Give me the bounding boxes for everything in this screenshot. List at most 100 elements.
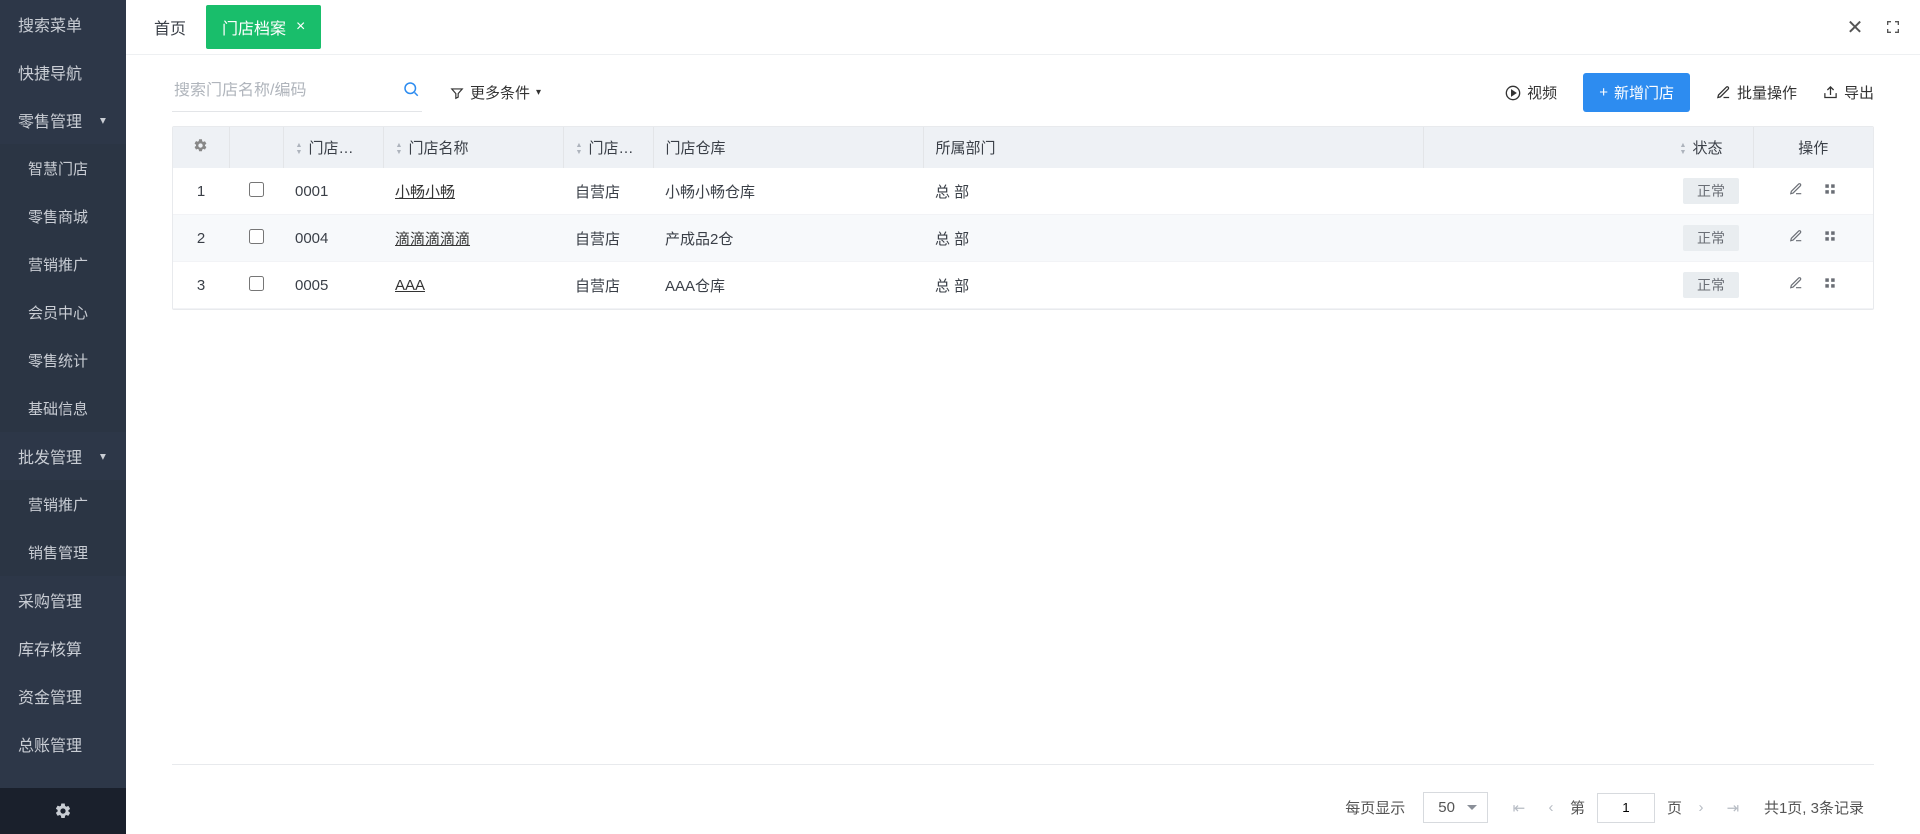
- sidebar-item[interactable]: 零售管理▲: [0, 96, 126, 144]
- cell-dept: 总 部: [923, 262, 1423, 309]
- sidebar-item[interactable]: 智慧门店: [0, 144, 126, 192]
- tab-label: 首页: [154, 15, 186, 39]
- add-store-label: 新增门店: [1614, 82, 1674, 103]
- store-name-link[interactable]: 小畅小畅: [395, 184, 455, 201]
- page-number-input[interactable]: [1597, 793, 1655, 823]
- status-badge: 正常: [1683, 178, 1739, 204]
- fullscreen-icon[interactable]: [1884, 18, 1902, 36]
- video-label: 视频: [1527, 82, 1557, 103]
- col-checkbox-header: [229, 127, 283, 168]
- chevron-down-icon: ▾: [536, 87, 541, 98]
- export-icon: [1823, 85, 1838, 100]
- cell-checkbox: [229, 168, 283, 215]
- cell-warehouse: 小畅小畅仓库: [653, 168, 923, 215]
- col-status[interactable]: ▲▼状态: [1423, 127, 1753, 168]
- sidebar-item[interactable]: 总账管理: [0, 720, 126, 768]
- cell-status: 正常: [1423, 215, 1753, 262]
- page-suffix: 页: [1667, 797, 1682, 818]
- col-type[interactable]: ▲▼门店…: [563, 127, 653, 168]
- sidebar-item[interactable]: 快捷导航: [0, 48, 126, 96]
- sidebar-item[interactable]: 资金管理: [0, 672, 126, 720]
- more-row-button[interactable]: [1823, 182, 1837, 200]
- sidebar-item[interactable]: 零售统计: [0, 336, 126, 384]
- more-row-button[interactable]: [1823, 276, 1837, 294]
- cell-code: 0001: [283, 168, 383, 215]
- edit-row-button[interactable]: [1789, 182, 1803, 200]
- video-button[interactable]: 视频: [1505, 82, 1557, 103]
- more-filter-button[interactable]: 更多条件 ▾: [450, 82, 541, 103]
- sidebar-item[interactable]: 零售商城: [0, 192, 126, 240]
- status-badge: 正常: [1683, 272, 1739, 298]
- cell-status: 正常: [1423, 168, 1753, 215]
- prev-page-button[interactable]: ‹: [1538, 795, 1564, 821]
- last-page-button[interactable]: ⇥: [1720, 795, 1746, 821]
- cell-ops: [1753, 168, 1873, 215]
- export-button[interactable]: 导出: [1823, 82, 1874, 103]
- bulk-label: 批量操作: [1737, 82, 1797, 103]
- edit-row-button[interactable]: [1789, 229, 1803, 247]
- tabs-bar: 首页门店档案× ✕: [126, 0, 1920, 55]
- more-row-button[interactable]: [1823, 229, 1837, 247]
- sidebar-item-label: 营销推广: [28, 494, 88, 515]
- chevron-up-icon: ▲: [98, 451, 108, 462]
- sidebar-item-label: 总账管理: [18, 732, 82, 756]
- sidebar-item[interactable]: 批发管理▲: [0, 432, 126, 480]
- search-icon[interactable]: [402, 80, 420, 103]
- sidebar-item[interactable]: 库存核算: [0, 624, 126, 672]
- next-page-button[interactable]: ›: [1688, 795, 1714, 821]
- sidebar-item[interactable]: 搜索菜单: [0, 0, 126, 48]
- first-page-button[interactable]: ⇤: [1506, 795, 1532, 821]
- search-box: [172, 74, 422, 112]
- sidebar-item-label: 零售统计: [28, 350, 88, 371]
- sidebar-item-label: 零售商城: [28, 206, 88, 227]
- bulk-ops-button[interactable]: 批量操作: [1716, 82, 1797, 103]
- sidebar-item[interactable]: 会员中心: [0, 288, 126, 336]
- play-icon: [1505, 85, 1521, 101]
- sidebar-item-label: 零售管理: [18, 108, 82, 132]
- export-label: 导出: [1844, 82, 1874, 103]
- cell-checkbox: [229, 215, 283, 262]
- sidebar-item-label: 资金管理: [18, 684, 82, 708]
- sidebar-item[interactable]: 销售管理: [0, 528, 126, 576]
- tab[interactable]: 门店档案×: [206, 5, 321, 49]
- cell-dept: 总 部: [923, 168, 1423, 215]
- sidebar-item-label: 基础信息: [28, 398, 88, 419]
- toolbar: 更多条件 ▾ 视频 + 新增门店 批量操作: [172, 73, 1874, 112]
- sidebar-item[interactable]: 营销推广: [0, 480, 126, 528]
- cell-checkbox: [229, 262, 283, 309]
- close-icon[interactable]: ✕: [1846, 18, 1864, 36]
- row-checkbox[interactable]: [249, 182, 264, 197]
- col-name[interactable]: ▲▼门店名称: [383, 127, 563, 168]
- edit-row-button[interactable]: [1789, 276, 1803, 294]
- tab[interactable]: 首页: [134, 0, 206, 55]
- cell-ops: [1753, 215, 1873, 262]
- col-ops: 操作: [1753, 127, 1873, 168]
- close-icon[interactable]: ×: [296, 18, 305, 36]
- status-badge: 正常: [1683, 225, 1739, 251]
- row-checkbox[interactable]: [249, 276, 264, 291]
- per-page-select[interactable]: 50: [1423, 792, 1488, 823]
- search-input[interactable]: [174, 82, 394, 100]
- cell-index: 1: [173, 168, 229, 215]
- cell-code: 0004: [283, 215, 383, 262]
- sidebar-item-label: 销售管理: [28, 542, 88, 563]
- gear-icon: [193, 138, 208, 153]
- edit-icon: [1716, 85, 1731, 100]
- sidebar-item[interactable]: 营销推广: [0, 240, 126, 288]
- sidebar-item-label: 快捷导航: [18, 60, 82, 84]
- table-row: 20004滴滴滴滴滴自营店产成品2仓总 部正常: [173, 215, 1873, 262]
- sidebar-item[interactable]: 采购管理: [0, 576, 126, 624]
- sidebar-settings-button[interactable]: [0, 788, 126, 834]
- sidebar-item[interactable]: 基础信息: [0, 384, 126, 432]
- row-checkbox[interactable]: [249, 229, 264, 244]
- store-name-link[interactable]: 滴滴滴滴滴: [395, 231, 470, 248]
- col-code[interactable]: ▲▼门店…: [283, 127, 383, 168]
- table-row: 1 0001 小畅小畅 自营店小畅小畅仓库总 部 正常: [173, 168, 1873, 215]
- cell-type: 自营店: [563, 168, 653, 215]
- add-store-button[interactable]: + 新增门店: [1583, 73, 1690, 112]
- store-name-link[interactable]: AAA: [395, 277, 425, 294]
- pagination-bar: 每页显示 50 ⇤ ‹ 第 页 › ⇥ 共1页, 3条记录: [172, 764, 1874, 834]
- col-settings[interactable]: [173, 127, 229, 168]
- plus-icon: +: [1599, 84, 1608, 101]
- sidebar-item-label: 智慧门店: [28, 158, 88, 179]
